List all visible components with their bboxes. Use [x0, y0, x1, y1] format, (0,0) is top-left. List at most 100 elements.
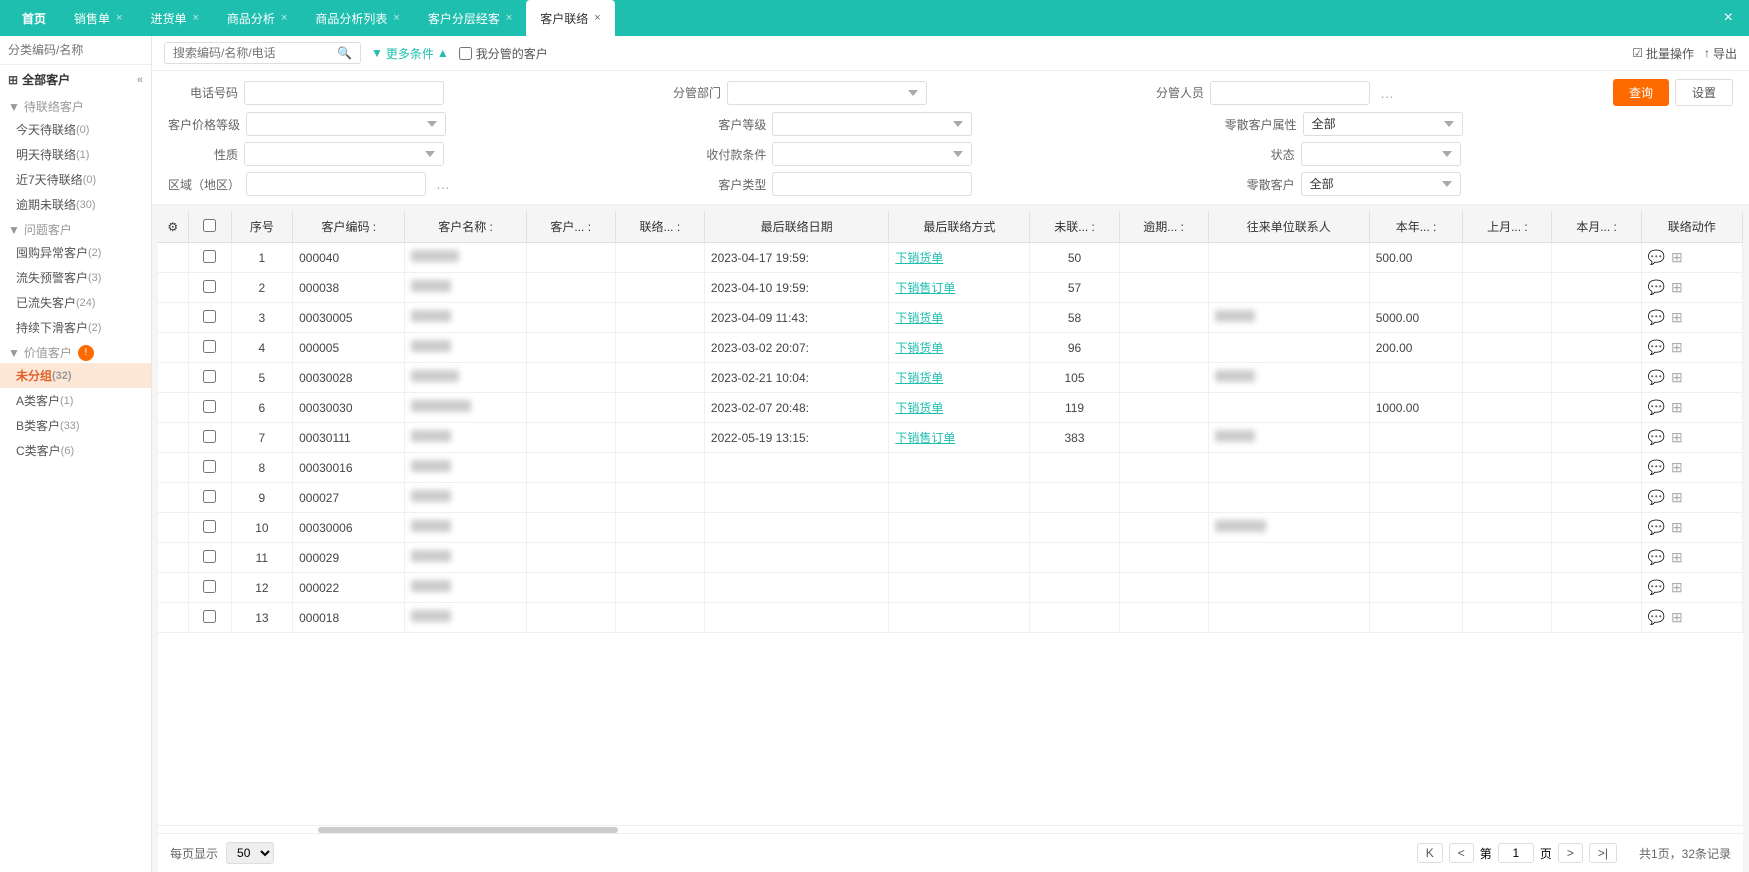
filter-select-nature[interactable]	[244, 142, 444, 166]
row-checkbox[interactable]	[188, 483, 231, 513]
contact-icon[interactable]: 💬	[1648, 309, 1665, 326]
row-actions[interactable]: 💬 ⊞	[1641, 603, 1742, 633]
col-settings[interactable]: ⚙	[158, 211, 188, 243]
row-actions[interactable]: 💬 ⊞	[1641, 243, 1742, 273]
more-conditions-button[interactable]: ▼ 更多条件 ▲	[371, 45, 449, 62]
collapse-icon[interactable]: «	[137, 74, 143, 86]
sidebar-item-class-c[interactable]: C类客户 (6)	[0, 438, 151, 463]
next-page-button[interactable]: >	[1558, 843, 1583, 863]
sidebar-item-7days[interactable]: 近7天待联络 (0)	[0, 167, 151, 192]
more-actions-icon[interactable]: ⊞	[1671, 339, 1683, 356]
row-last-method[interactable]	[889, 513, 1030, 543]
row-actions[interactable]: 💬 ⊞	[1641, 303, 1742, 333]
col-type[interactable]: 客户... :	[526, 211, 615, 243]
row-last-method[interactable]: 下销售订单	[889, 423, 1030, 453]
row-checkbox[interactable]	[188, 333, 231, 363]
tab-sales-close[interactable]: ×	[116, 12, 122, 24]
row-last-method[interactable]: 下销货单	[889, 363, 1030, 393]
filter-input-manager[interactable]	[1210, 81, 1370, 105]
contact-icon[interactable]: 💬	[1648, 609, 1665, 626]
row-checkbox[interactable]	[188, 453, 231, 483]
col-name[interactable]: 客户名称 :	[405, 211, 526, 243]
group-problem[interactable]: ▼ 问题客户	[0, 217, 151, 240]
contact-icon[interactable]: 💬	[1648, 459, 1665, 476]
col-uncontacted[interactable]: 未联... :	[1030, 211, 1119, 243]
row-checkbox[interactable]	[188, 603, 231, 633]
more-actions-icon[interactable]: ⊞	[1671, 459, 1683, 476]
search-input[interactable]	[173, 46, 333, 60]
col-checkbox[interactable]	[188, 211, 231, 243]
filter-select-retail-attr[interactable]: 全部	[1303, 112, 1463, 136]
contact-icon[interactable]: 💬	[1648, 399, 1665, 416]
batch-ops-button[interactable]: ☑ 批量操作	[1632, 45, 1694, 62]
row-last-method[interactable]: 下销货单	[889, 243, 1030, 273]
settings-icon[interactable]: ⚙	[167, 220, 178, 234]
more-actions-icon[interactable]: ⊞	[1671, 489, 1683, 506]
contact-icon[interactable]: 💬	[1648, 519, 1665, 536]
contact-icon[interactable]: 💬	[1648, 249, 1665, 266]
col-partner-contact[interactable]: 往来单位联系人	[1208, 211, 1369, 243]
filter-select-retail-customer[interactable]: 全部	[1301, 172, 1461, 196]
filter-input-customer-type[interactable]	[772, 172, 972, 196]
sidebar-item-today[interactable]: 今天待联络 (0)	[0, 117, 151, 142]
row-last-method[interactable]	[889, 573, 1030, 603]
col-last-date[interactable]: 最后联络日期	[704, 211, 888, 243]
row-actions[interactable]: 💬 ⊞	[1641, 273, 1742, 303]
sidebar-item-ungroup[interactable]: 未分组 (32)	[0, 363, 151, 388]
row-actions[interactable]: 💬 ⊞	[1641, 573, 1742, 603]
sidebar-item-declining[interactable]: 持续下滑客户 (2)	[0, 315, 151, 340]
row-checkbox[interactable]	[188, 513, 231, 543]
more-actions-icon[interactable]: ⊞	[1671, 579, 1683, 596]
row-actions[interactable]: 💬 ⊞	[1641, 513, 1742, 543]
row-last-method[interactable]	[889, 453, 1030, 483]
sidebar-item-hoarding[interactable]: 囤购异常客户 (2)	[0, 240, 151, 265]
prev-page-button[interactable]: <	[1449, 843, 1474, 863]
search-icon[interactable]: 🔍	[337, 46, 352, 60]
select-all-checkbox[interactable]	[203, 219, 216, 232]
more-actions-icon[interactable]: ⊞	[1671, 249, 1683, 266]
more-actions-icon[interactable]: ⊞	[1671, 429, 1683, 446]
row-last-method[interactable]: 下销货单	[889, 393, 1030, 423]
more-actions-icon[interactable]: ⊞	[1671, 399, 1683, 416]
sidebar-search-input[interactable]	[8, 43, 152, 57]
col-this-year[interactable]: 本年... :	[1369, 211, 1463, 243]
row-actions[interactable]: 💬 ⊞	[1641, 363, 1742, 393]
row-checkbox[interactable]	[188, 423, 231, 453]
tab-product-analysis[interactable]: 商品分析 ×	[213, 0, 301, 36]
last-page-button[interactable]: >|	[1589, 843, 1617, 863]
row-actions[interactable]: 💬 ⊞	[1641, 393, 1742, 423]
filter-select-dept[interactable]	[727, 81, 927, 105]
row-actions[interactable]: 💬 ⊞	[1641, 543, 1742, 573]
region-more-btn[interactable]: …	[432, 176, 454, 192]
row-checkbox[interactable]	[188, 543, 231, 573]
filter-select-payment[interactable]	[772, 142, 972, 166]
sidebar-item-tomorrow[interactable]: 明天待联络 (1)	[0, 142, 151, 167]
tab-product-analysis-list-close[interactable]: ×	[393, 12, 399, 24]
sidebar-item-churn-warning[interactable]: 流失预警客户 (3)	[0, 265, 151, 290]
tab-purchase-close[interactable]: ×	[192, 12, 198, 24]
tab-product-analysis-list[interactable]: 商品分析列表 ×	[301, 0, 413, 36]
row-checkbox[interactable]	[188, 273, 231, 303]
more-actions-icon[interactable]: ⊞	[1671, 549, 1683, 566]
row-last-method[interactable]	[889, 483, 1030, 513]
filter-input-phone[interactable]	[244, 81, 444, 105]
more-actions-icon[interactable]: ⊞	[1671, 279, 1683, 296]
all-customers-header[interactable]: ⊞ 全部客户 «	[0, 65, 151, 94]
contact-icon[interactable]: 💬	[1648, 579, 1665, 596]
my-customers-checkbox-container[interactable]: 我分管的客户	[459, 45, 548, 62]
row-checkbox[interactable]	[188, 243, 231, 273]
row-checkbox[interactable]	[188, 303, 231, 333]
col-overdue[interactable]: 逾期... :	[1119, 211, 1208, 243]
tab-customer-segment[interactable]: 客户分层经客 ×	[414, 0, 526, 36]
horizontal-scrollbar-track[interactable]	[158, 825, 1743, 833]
row-last-method[interactable]	[889, 543, 1030, 573]
group-pending-contact[interactable]: ▼ 待联络客户	[0, 94, 151, 117]
tab-customer-contact-close[interactable]: ×	[594, 12, 600, 24]
row-checkbox[interactable]	[188, 363, 231, 393]
tab-customer-contact[interactable]: 客户联络 ×	[526, 0, 614, 36]
row-actions[interactable]: 💬 ⊞	[1641, 453, 1742, 483]
col-last-month[interactable]: 上月... :	[1463, 211, 1552, 243]
group-value[interactable]: ▼ 价值客户 !	[0, 340, 151, 363]
row-last-method[interactable]	[889, 603, 1030, 633]
sidebar-item-class-b[interactable]: B类客户 (33)	[0, 413, 151, 438]
